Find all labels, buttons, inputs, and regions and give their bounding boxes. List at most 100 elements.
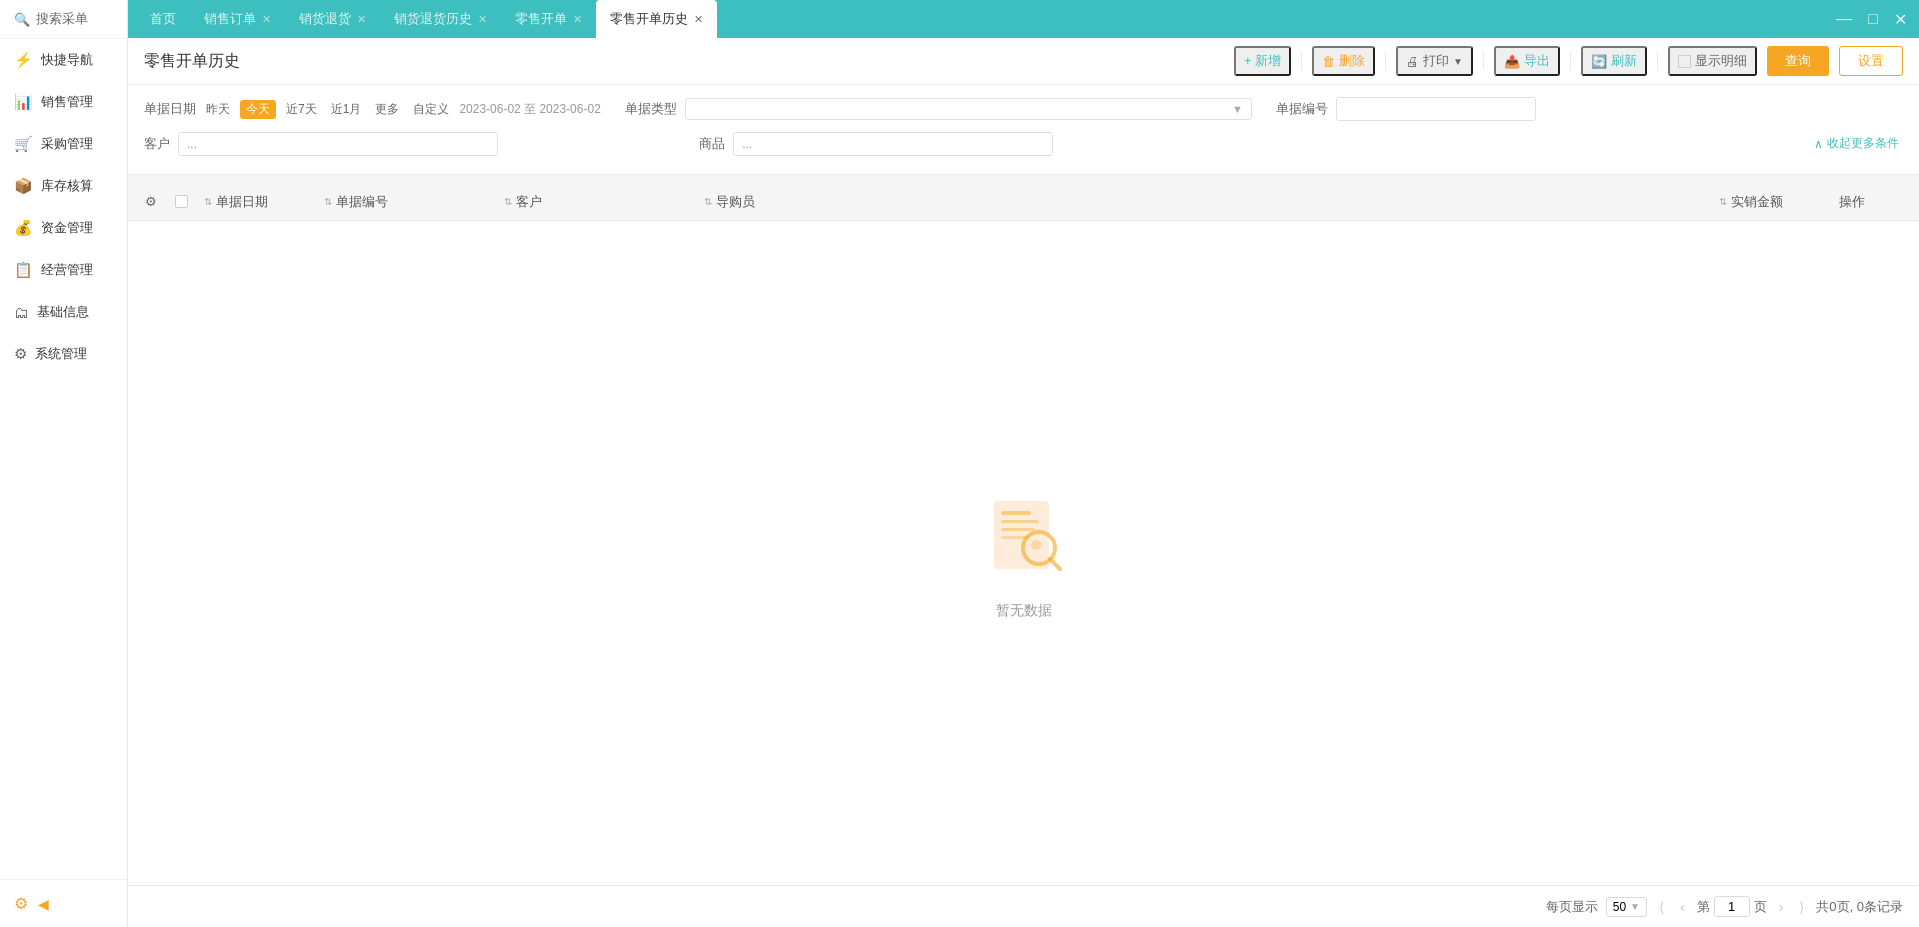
search-icon: 🔍 (14, 12, 30, 27)
sidebar-item-quick-nav[interactable]: ⚡ 快捷导航 (0, 39, 127, 81)
window-maximize[interactable]: □ (1864, 10, 1882, 28)
tab-sales-order-label: 销售订单 (204, 10, 256, 28)
export-button[interactable]: 📤 导出 (1494, 46, 1560, 76)
collapse-conditions-btn[interactable]: ∧ 收起更多条件 (1810, 131, 1903, 156)
tab-sales-return-close[interactable]: ✕ (357, 13, 366, 26)
sales-mgmt-icon: 📊 (14, 93, 33, 111)
btn-today[interactable]: 今天 (240, 100, 276, 119)
print-button[interactable]: 🖨 打印 ▼ (1396, 46, 1473, 76)
th-amount-label: 实销金额 (1731, 193, 1783, 211)
bottom-settings-icon[interactable]: ⚙ (14, 894, 28, 913)
pagination: 每页显示 50 ▼ ⟨ ‹ 第 页 › ⟩ 共0页, 0条记录 (128, 885, 1919, 927)
th-guide-sort-icon[interactable]: ⇅ (704, 196, 712, 207)
sidebar-item-label: 经营管理 (41, 261, 93, 279)
tab-sales-order-close[interactable]: ✕ (262, 13, 271, 26)
filter-doc-type-group: 单据类型 ▼ (625, 98, 1252, 120)
refresh-icon: 🔄 (1591, 54, 1607, 69)
delete-label: 删除 (1339, 52, 1365, 70)
tab-sales-order[interactable]: 销售订单 ✕ (190, 0, 285, 38)
filter-doc-num-group: 单据编号 (1276, 97, 1903, 121)
sidebar-item-label: 基础信息 (37, 303, 89, 321)
page-title: 零售开单历史 (144, 51, 240, 72)
query-button[interactable]: 查询 (1767, 46, 1829, 76)
last-page-btn[interactable]: ⟩ (1795, 899, 1808, 915)
tab-retail-open-history-label: 零售开单历史 (610, 10, 688, 28)
export-label: 导出 (1524, 52, 1550, 70)
customer-select[interactable]: ... (178, 132, 498, 156)
doc-type-select[interactable]: ▼ (685, 98, 1252, 120)
prev-page-btn[interactable]: ‹ (1676, 899, 1689, 915)
sidebar-item-purchase-mgmt[interactable]: 🛒 采购管理 (0, 123, 127, 165)
th-customer-sort-icon[interactable]: ⇅ (504, 196, 512, 207)
sidebar-item-sales-mgmt[interactable]: 📊 销售管理 (0, 81, 127, 123)
select-all-checkbox[interactable] (175, 195, 188, 208)
add-button[interactable]: ＋ + 新增 (1234, 46, 1291, 76)
th-action: 操作 (1831, 193, 1911, 211)
page-number-input[interactable] (1714, 896, 1750, 917)
print-label: 打印 (1423, 52, 1449, 70)
empty-icon (974, 486, 1074, 586)
sidebar-item-label: 资金管理 (41, 219, 93, 237)
toolbar: 零售开单历史 ＋ + 新增 🗑 删除 🖨 打印 ▼ (128, 38, 1919, 85)
sidebar-item-fund-mgmt[interactable]: 💰 资金管理 (0, 207, 127, 249)
tab-sales-return[interactable]: 销货退货 ✕ (285, 0, 380, 38)
per-page-arrow-icon: ▼ (1630, 901, 1640, 912)
doc-type-chevron-icon: ▼ (1232, 103, 1243, 115)
filter-goods-group: 商品 ... (699, 132, 1230, 156)
display-button[interactable]: 显示明细 (1668, 46, 1757, 76)
th-amount-sort-icon[interactable]: ⇅ (1719, 196, 1727, 207)
filter-row-2: 客户 ... 商品 ... ∧ 收起更多条件 (144, 131, 1903, 156)
window-close[interactable]: ✕ (1890, 10, 1911, 29)
sidebar-item-stock-calc[interactable]: 📦 库存核算 (0, 165, 127, 207)
th-num-label: 单据编号 (336, 193, 388, 211)
collapse-label: 收起更多条件 (1827, 135, 1899, 152)
first-page-btn[interactable]: ⟨ (1655, 899, 1668, 915)
th-guide: ⇅ 导购员 (696, 193, 816, 211)
per-page-value: 50 (1613, 900, 1626, 914)
tab-retail-open-history[interactable]: 零售开单历史 ✕ (596, 0, 717, 38)
tab-sales-return-history-close[interactable]: ✕ (478, 13, 487, 26)
page-indicator: 第 页 (1697, 896, 1767, 917)
tab-home[interactable]: 首页 (136, 0, 190, 38)
btn-yesterday[interactable]: 昨天 (202, 100, 234, 119)
th-date-sort-icon[interactable]: ⇅ (204, 196, 212, 207)
bottom-collapse-icon[interactable]: ◀ (38, 896, 49, 912)
delete-icon: 🗑 (1322, 54, 1335, 69)
refresh-label: 刷新 (1611, 52, 1637, 70)
tab-sales-return-history[interactable]: 销货退货历史 ✕ (380, 0, 501, 38)
sidebar-item-sys-mgmt[interactable]: ⚙ 系统管理 (0, 333, 127, 375)
doc-num-input[interactable] (1336, 97, 1536, 121)
page-suffix-label: 页 (1754, 898, 1767, 916)
th-customer: ⇅ 客户 (496, 193, 696, 211)
filter-date-label: 单据日期 (144, 100, 196, 118)
table-settings-icon[interactable]: ⚙ (136, 194, 166, 209)
sidebar-bottom: ⚙ ◀ (0, 879, 127, 927)
btn-custom-date[interactable]: 自定义 (409, 100, 453, 119)
window-minimize[interactable]: — (1832, 10, 1856, 28)
th-num-sort-icon[interactable]: ⇅ (324, 196, 332, 207)
next-page-btn[interactable]: › (1775, 899, 1788, 915)
goods-select[interactable]: ... (733, 132, 1053, 156)
btn-more-date[interactable]: 更多 (371, 100, 403, 119)
total-info: 共0页, 0条记录 (1816, 898, 1903, 916)
tab-retail-open-label: 零售开单 (515, 10, 567, 28)
tab-retail-open-close[interactable]: ✕ (573, 13, 582, 26)
settings-button[interactable]: 设置 (1839, 46, 1903, 76)
th-customer-label: 客户 (516, 193, 542, 211)
table-select-all[interactable] (166, 195, 196, 208)
th-date: ⇅ 单据日期 (196, 193, 316, 211)
tab-retail-open[interactable]: 零售开单 ✕ (501, 0, 596, 38)
sidebar-item-label: 采购管理 (41, 135, 93, 153)
sidebar-search[interactable]: 🔍 搜索采单 (0, 0, 127, 39)
sidebar-search-label: 搜索采单 (36, 10, 88, 28)
empty-text: 暂无数据 (996, 602, 1052, 620)
btn-last-month[interactable]: 近1月 (327, 100, 366, 119)
sidebar-item-ops-mgmt[interactable]: 📋 经营管理 (0, 249, 127, 291)
tab-retail-open-history-close[interactable]: ✕ (694, 13, 703, 26)
svg-rect-3 (1001, 528, 1035, 531)
delete-button[interactable]: 🗑 删除 (1312, 46, 1375, 76)
sidebar-item-basic-info[interactable]: 🗂 基础信息 (0, 291, 127, 333)
per-page-select[interactable]: 50 ▼ (1606, 897, 1647, 917)
btn-last7[interactable]: 近7天 (282, 100, 321, 119)
refresh-button[interactable]: 🔄 刷新 (1581, 46, 1647, 76)
